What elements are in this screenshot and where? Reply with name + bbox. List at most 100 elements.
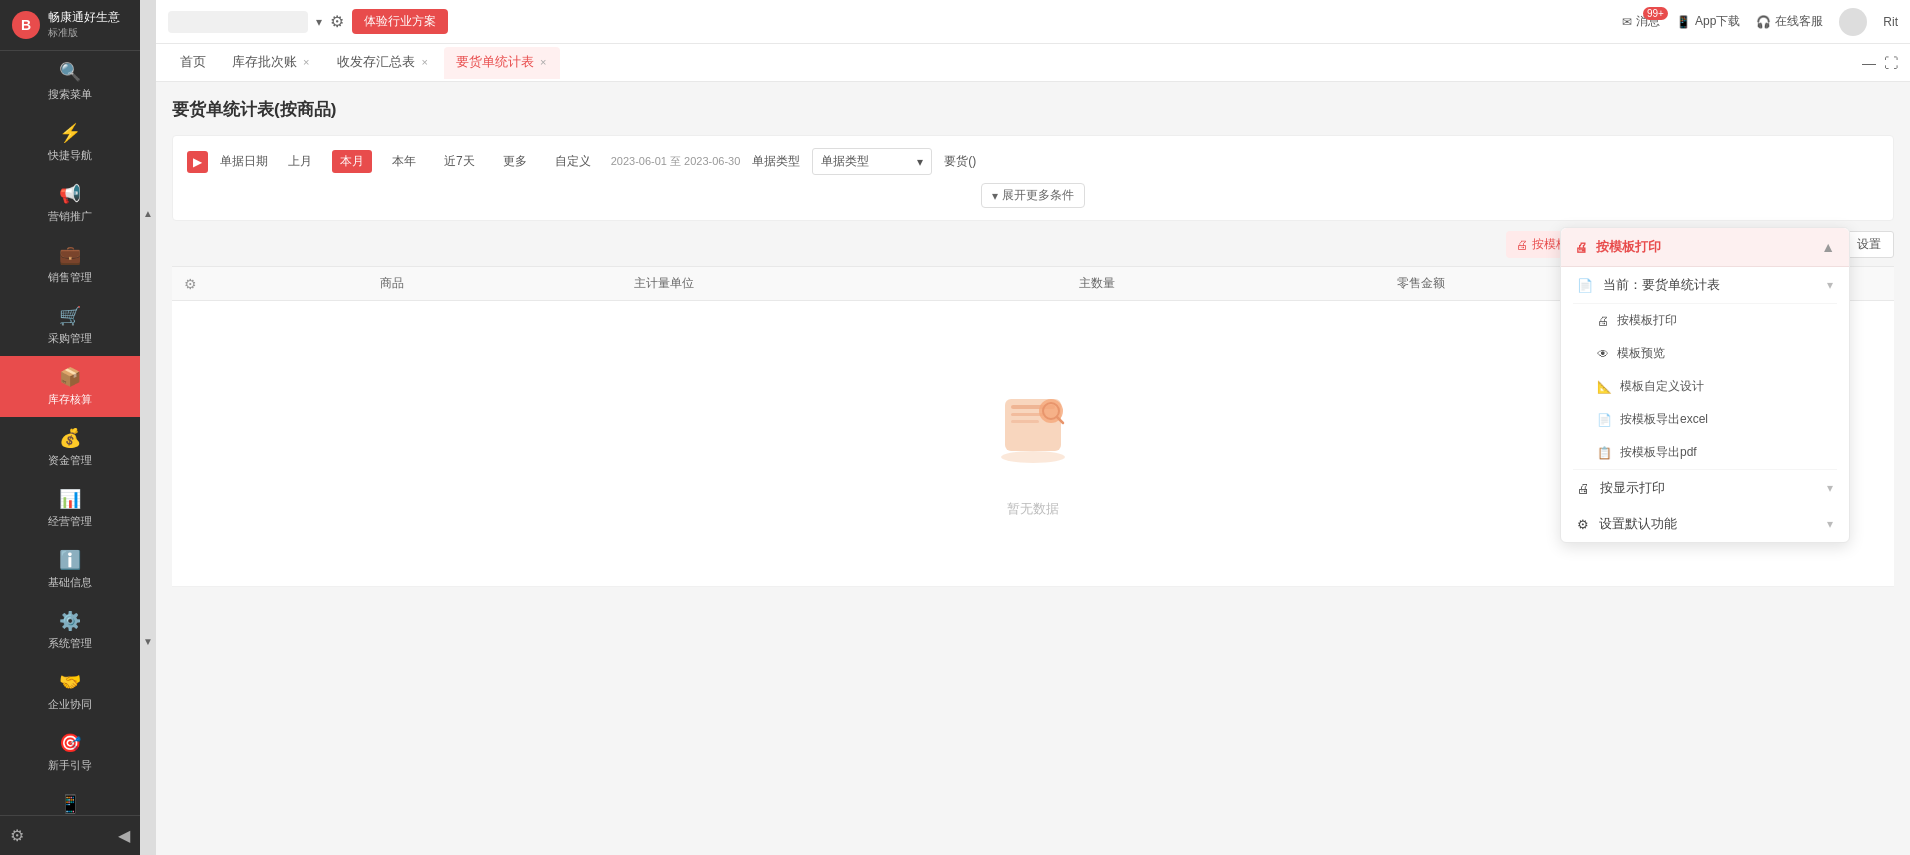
template-preview-item[interactable]: 👁 模板预览 — [1561, 337, 1849, 370]
app-download-link[interactable]: 📱 App下载 — [1676, 13, 1740, 30]
settings-btn[interactable]: 设置 — [1844, 231, 1894, 258]
sidebar-item-label: 营销推广 — [48, 209, 92, 224]
dropdown-close-btn[interactable]: ▲ — [1821, 239, 1835, 255]
tab-batch-label: 库存批次账 — [232, 53, 297, 71]
sidebar: B 畅康通好生意 标准版 🔍 搜索菜单 ⚡ 快捷导航 📢 营销推广 💼 销售管理… — [0, 0, 140, 855]
sidebar-item-operations[interactable]: 📊 经营管理 — [0, 478, 140, 539]
sidebar-item-appstore[interactable]: 📱 应用中心 — [0, 783, 140, 815]
sidebar-item-finance[interactable]: 💰 资金管理 — [0, 417, 140, 478]
message-count: 99+ — [1643, 7, 1668, 20]
tab-home[interactable]: 首页 — [168, 47, 218, 79]
sidebar-nav: 🔍 搜索菜单 ⚡ 快捷导航 📢 营销推广 💼 销售管理 🛒 采购管理 📦 库存核… — [0, 51, 140, 815]
app-download-label: App下载 — [1695, 13, 1740, 30]
tab-order-stats[interactable]: 要货单统计表 × — [444, 47, 560, 79]
order-type-label: 要货() — [944, 153, 976, 170]
export-excel-icon: 📄 — [1597, 413, 1612, 427]
template-design-item[interactable]: 📐 模板自定义设计 — [1561, 370, 1849, 403]
template-export-excel-item[interactable]: 📄 按模板导出excel — [1561, 403, 1849, 436]
type-select-value: 单据类型 — [821, 153, 869, 170]
svg-point-0 — [1001, 451, 1065, 463]
scroll-bar: ▲ ▼ — [140, 0, 156, 855]
sidebar-item-inventory[interactable]: 📦 库存核算 — [0, 356, 140, 417]
tab-batch[interactable]: 库存批次账 × — [220, 47, 323, 79]
last-7-days-btn[interactable]: 近7天 — [436, 150, 483, 173]
message-badge[interactable]: ✉ 消息 99+ — [1622, 13, 1660, 30]
page-content: 要货单统计表(按商品) ▶ 单据日期 上月 本月 本年 近7天 更多 自定义 2… — [156, 82, 1910, 855]
sidebar-item-search[interactable]: 🔍 搜索菜单 — [0, 51, 140, 112]
avatar[interactable] — [1839, 8, 1867, 36]
system-icon: ⚙️ — [59, 610, 81, 632]
sidebar-item-quick-nav[interactable]: ⚡ 快捷导航 — [0, 112, 140, 173]
this-year-btn[interactable]: 本年 — [384, 150, 424, 173]
window-controls: — ⛶ — [1862, 55, 1898, 71]
current-template-icon: 📄 — [1577, 278, 1593, 293]
more-btn[interactable]: 更多 — [495, 150, 535, 173]
set-default-item[interactable]: ⚙ 设置默认功能 ▾ — [1561, 506, 1849, 542]
expand-more-btn[interactable]: ▾ 展开更多条件 — [981, 183, 1085, 208]
tabbar: 首页 库存批次账 × 收发存汇总表 × 要货单统计表 × — ⛶ — [156, 44, 1910, 82]
template-design-icon: 📐 — [1597, 380, 1612, 394]
set-default-label: 设置默认功能 — [1599, 515, 1677, 533]
sidebar-item-label: 基础信息 — [48, 575, 92, 590]
display-print-item[interactable]: 🖨 按显示打印 ▾ — [1561, 470, 1849, 506]
empty-text: 暂无数据 — [1007, 500, 1059, 518]
phone-icon: 📱 — [1676, 15, 1691, 29]
sidebar-item-system[interactable]: ⚙️ 系统管理 — [0, 600, 140, 661]
tab-batch-close[interactable]: × — [301, 56, 311, 68]
minimize-icon[interactable]: — — [1862, 55, 1876, 71]
maximize-icon[interactable]: ⛶ — [1884, 55, 1898, 71]
custom-btn[interactable]: 自定义 — [547, 150, 599, 173]
sidebar-item-purchase[interactable]: 🛒 采购管理 — [0, 295, 140, 356]
sidebar-item-sales[interactable]: 💼 销售管理 — [0, 234, 140, 295]
sidebar-item-newbie[interactable]: 🎯 新手引导 — [0, 722, 140, 783]
sidebar-item-label: 库存核算 — [48, 392, 92, 407]
tab-order-stats-label: 要货单统计表 — [456, 53, 534, 71]
display-print-arrow: ▾ — [1827, 481, 1833, 495]
quick-nav-icon: ⚡ — [59, 122, 81, 144]
gear-icon[interactable]: ⚙ — [330, 12, 344, 31]
promo-button[interactable]: 体验行业方案 — [352, 9, 448, 34]
username[interactable]: Rit — [1883, 15, 1898, 29]
current-template-arrow: ▾ — [1827, 278, 1833, 292]
appstore-icon: 📱 — [59, 793, 81, 815]
col-settings: ⚙ — [172, 267, 368, 301]
sidebar-item-collab[interactable]: 🤝 企业协同 — [0, 661, 140, 722]
col-product: 商品 — [368, 267, 622, 301]
online-service-link[interactable]: 🎧 在线客服 — [1756, 13, 1823, 30]
type-select[interactable]: 单据类型 ▾ — [812, 148, 932, 175]
set-default-arrow: ▾ — [1827, 517, 1833, 531]
col-qty: 主数量 — [1067, 267, 1385, 301]
tab-order-stats-close[interactable]: × — [538, 56, 548, 68]
template-print-item[interactable]: 🖨 按模板打印 — [1561, 304, 1849, 337]
template-export-pdf-item[interactable]: 📋 按模板导出pdf — [1561, 436, 1849, 469]
tab-home-label: 首页 — [180, 53, 206, 71]
sidebar-item-label: 采购管理 — [48, 331, 92, 346]
app-logo: B 畅康通好生意 标准版 — [0, 0, 140, 51]
sidebar-item-label: 新手引导 — [48, 758, 92, 773]
app-badge: 标准版 — [48, 26, 120, 40]
sidebar-item-marketing[interactable]: 📢 营销推广 — [0, 173, 140, 234]
display-print-icon: 🖨 — [1577, 481, 1590, 496]
set-default-icon: ⚙ — [1577, 517, 1589, 532]
tab-collection[interactable]: 收发存汇总表 × — [325, 47, 441, 79]
this-month-btn[interactable]: 本月 — [332, 150, 372, 173]
settings-icon[interactable]: ⚙ — [10, 826, 24, 845]
tab-collection-close[interactable]: × — [419, 56, 429, 68]
sidebar-item-basic[interactable]: ℹ️ 基础信息 — [0, 539, 140, 600]
template-preview-label: 模板预览 — [1617, 345, 1665, 362]
current-template-item[interactable]: 📄 当前：要货单统计表 ▾ — [1561, 267, 1849, 303]
main-area: ▾ ⚙ 体验行业方案 ✉ 消息 99+ 📱 App下载 🎧 在线客服 Rit 首… — [156, 0, 1910, 855]
scroll-up-btn[interactable]: ▲ — [140, 0, 156, 428]
topbar-actions: ✉ 消息 99+ 📱 App下载 🎧 在线客服 Rit — [1622, 8, 1898, 36]
filter-expand-icon[interactable]: ▶ — [187, 151, 208, 173]
last-month-btn[interactable]: 上月 — [280, 150, 320, 173]
display-print-label: 按显示打印 — [1600, 479, 1665, 497]
topbar: ▾ ⚙ 体验行业方案 ✉ 消息 99+ 📱 App下载 🎧 在线客服 Rit — [156, 0, 1910, 44]
sidebar-item-label: 系统管理 — [48, 636, 92, 651]
table-settings-icon[interactable]: ⚙ — [184, 276, 197, 292]
scroll-down-btn[interactable]: ▼ — [140, 428, 156, 856]
collapse-icon[interactable]: ◀ — [118, 826, 130, 845]
search-dropdown-btn[interactable]: ▾ — [316, 15, 322, 29]
search-input[interactable] — [168, 11, 308, 33]
sales-icon: 💼 — [59, 244, 81, 266]
